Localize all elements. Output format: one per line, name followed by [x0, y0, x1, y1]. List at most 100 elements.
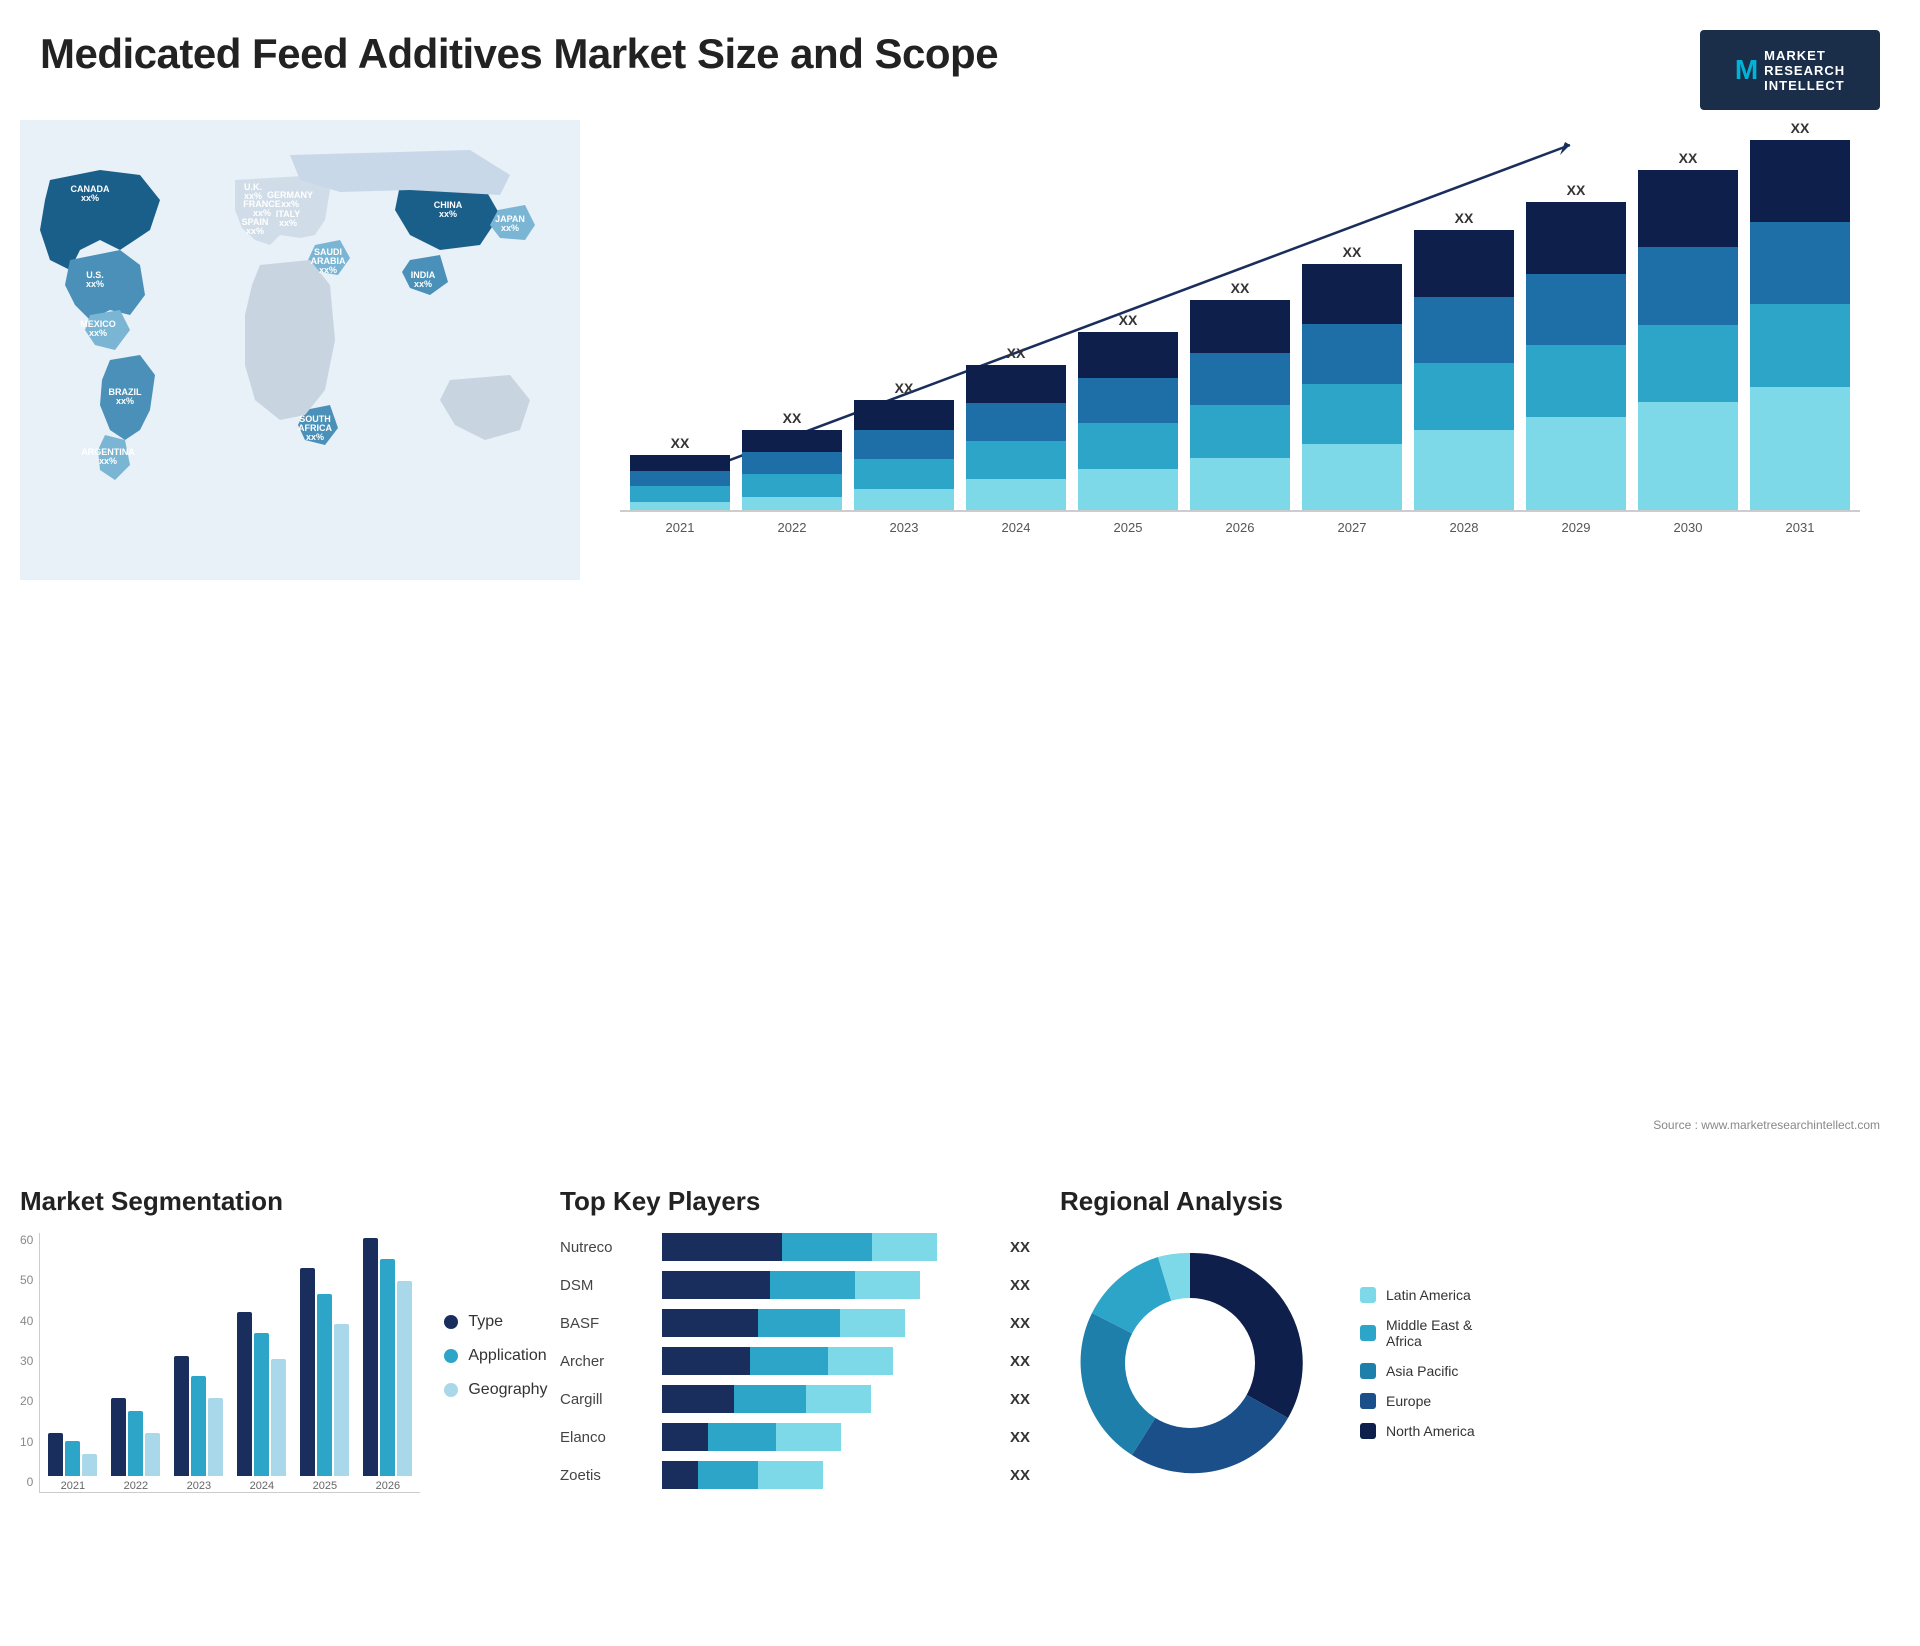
player-elanco-bar	[662, 1423, 990, 1451]
seg-2023-label: 2023	[187, 1480, 211, 1492]
bar-seg-3	[1190, 405, 1290, 458]
bar-seg-1	[1078, 332, 1178, 378]
legend-north-america: North America	[1360, 1423, 1475, 1439]
bar-seg-1	[1750, 140, 1850, 222]
bar-seg-1	[854, 400, 954, 430]
seg-bars-area: 2021 2022	[39, 1233, 420, 1493]
world-map-section: CANADA xx% U.S. xx% MEXICO xx% BRAZIL xx…	[20, 120, 580, 600]
bar-mid	[758, 1309, 840, 1337]
seg-2025-type	[300, 1268, 315, 1476]
player-archer-bar	[662, 1347, 990, 1375]
legend-na-label: North America	[1386, 1423, 1475, 1439]
bar-seg-4	[1302, 444, 1402, 510]
bar-light	[855, 1271, 920, 1299]
bar-seg-2	[742, 452, 842, 474]
bar-light	[758, 1461, 823, 1489]
seg-2026-app	[380, 1259, 395, 1476]
bar-2023-stack	[854, 400, 954, 510]
logo-line1: MARKET	[1764, 48, 1845, 63]
bar-2026-stack	[1190, 300, 1290, 510]
legend-middle-east-africa: Middle East & Africa	[1360, 1317, 1475, 1349]
bar-2023-label: XX	[895, 380, 914, 396]
seg-2021-type	[48, 1433, 63, 1476]
player-basf-bar	[662, 1309, 990, 1337]
player-dsm: DSM XX	[560, 1271, 1040, 1299]
legend-geo-dot	[444, 1383, 458, 1397]
bar-mid	[708, 1423, 776, 1451]
bar-dark	[662, 1461, 698, 1489]
bar-seg-3	[742, 474, 842, 496]
legend-mea-color	[1360, 1325, 1376, 1341]
bar-seg-2	[1414, 297, 1514, 364]
seg-2021-app	[65, 1441, 80, 1476]
seg-2024-geo	[271, 1359, 286, 1476]
logo-line3: INTELLECT	[1764, 78, 1845, 93]
bar-seg-2	[630, 471, 730, 487]
player-basf-name: BASF	[560, 1315, 650, 1332]
bar-light	[872, 1233, 937, 1261]
seg-2025: 2025	[300, 1268, 349, 1492]
seg-2024-bars	[237, 1312, 286, 1476]
bar-dark	[662, 1385, 734, 1413]
bar-2022-label: XX	[783, 410, 802, 426]
header: Medicated Feed Additives Market Size and…	[0, 0, 1920, 120]
bar-2028-stack	[1414, 230, 1514, 510]
seg-2023-bars	[174, 1356, 223, 1476]
mexico-value: xx%	[89, 328, 107, 338]
player-nutreco: Nutreco XX	[560, 1233, 1040, 1261]
argentina-value: xx%	[99, 456, 117, 466]
y-label-60: 60	[20, 1233, 33, 1247]
donut-hole	[1125, 1298, 1255, 1428]
bar-2027-stack	[1302, 264, 1402, 510]
player-archer: Archer XX	[560, 1347, 1040, 1375]
seg-2021-label: 2021	[61, 1480, 85, 1492]
player-nutreco-name: Nutreco	[560, 1239, 650, 1256]
logo-line2: RESEARCH	[1764, 63, 1845, 78]
bar-seg-3	[1078, 423, 1178, 469]
year-label-2031: 2031	[1750, 520, 1850, 535]
bar-dark	[662, 1309, 758, 1337]
bar-2031: XX	[1750, 120, 1850, 510]
germany-value: xx%	[281, 199, 299, 209]
bar-2021-stack	[630, 455, 730, 510]
y-label-30: 30	[20, 1354, 33, 1368]
player-archer-value: XX	[1010, 1353, 1040, 1370]
legend-geography: Geography	[444, 1381, 547, 1399]
player-cargill-name: Cargill	[560, 1391, 650, 1408]
key-players-section: Top Key Players Nutreco XX DSM	[560, 1186, 1040, 1636]
bar-chart-bars: XX XX	[620, 130, 1860, 510]
bar-dark	[662, 1233, 782, 1261]
regional-title: Regional Analysis	[1060, 1186, 1900, 1217]
bar-2024-stack	[966, 365, 1066, 510]
year-label-2026: 2026	[1190, 520, 1290, 535]
logo-text: MARKET RESEARCH INTELLECT	[1764, 48, 1845, 93]
bar-2021-label: XX	[671, 435, 690, 451]
spain-value: xx%	[246, 226, 264, 236]
legend-type-dot	[444, 1315, 458, 1329]
bar-dark	[662, 1271, 770, 1299]
player-dsm-value: XX	[1010, 1277, 1040, 1294]
seg-2026-geo	[397, 1281, 412, 1476]
seg-2026: 2026	[363, 1238, 412, 1492]
bar-seg-3	[966, 441, 1066, 479]
bar-light	[806, 1385, 871, 1413]
player-basf-value: XX	[1010, 1315, 1040, 1332]
bar-seg-2	[1078, 378, 1178, 424]
y-label-10: 10	[20, 1435, 33, 1449]
bar-2025-stack	[1078, 332, 1178, 510]
japan-value: xx%	[501, 223, 519, 233]
bar-light	[828, 1347, 893, 1375]
seg-2026-type	[363, 1238, 378, 1476]
bar-2029-stack	[1526, 202, 1626, 510]
year-label-2024: 2024	[966, 520, 1066, 535]
seg-2022-geo	[145, 1433, 160, 1476]
bar-seg-4	[966, 479, 1066, 510]
bar-seg-3	[1638, 325, 1738, 402]
player-zoetis-name: Zoetis	[560, 1467, 650, 1484]
seg-2025-app	[317, 1294, 332, 1476]
bar-seg-2	[854, 430, 954, 460]
legend-type-label: Type	[468, 1313, 503, 1331]
player-archer-name: Archer	[560, 1353, 650, 1370]
logo-box: M MARKET RESEARCH INTELLECT	[1700, 30, 1880, 110]
seg-2024: 2024	[237, 1312, 286, 1492]
